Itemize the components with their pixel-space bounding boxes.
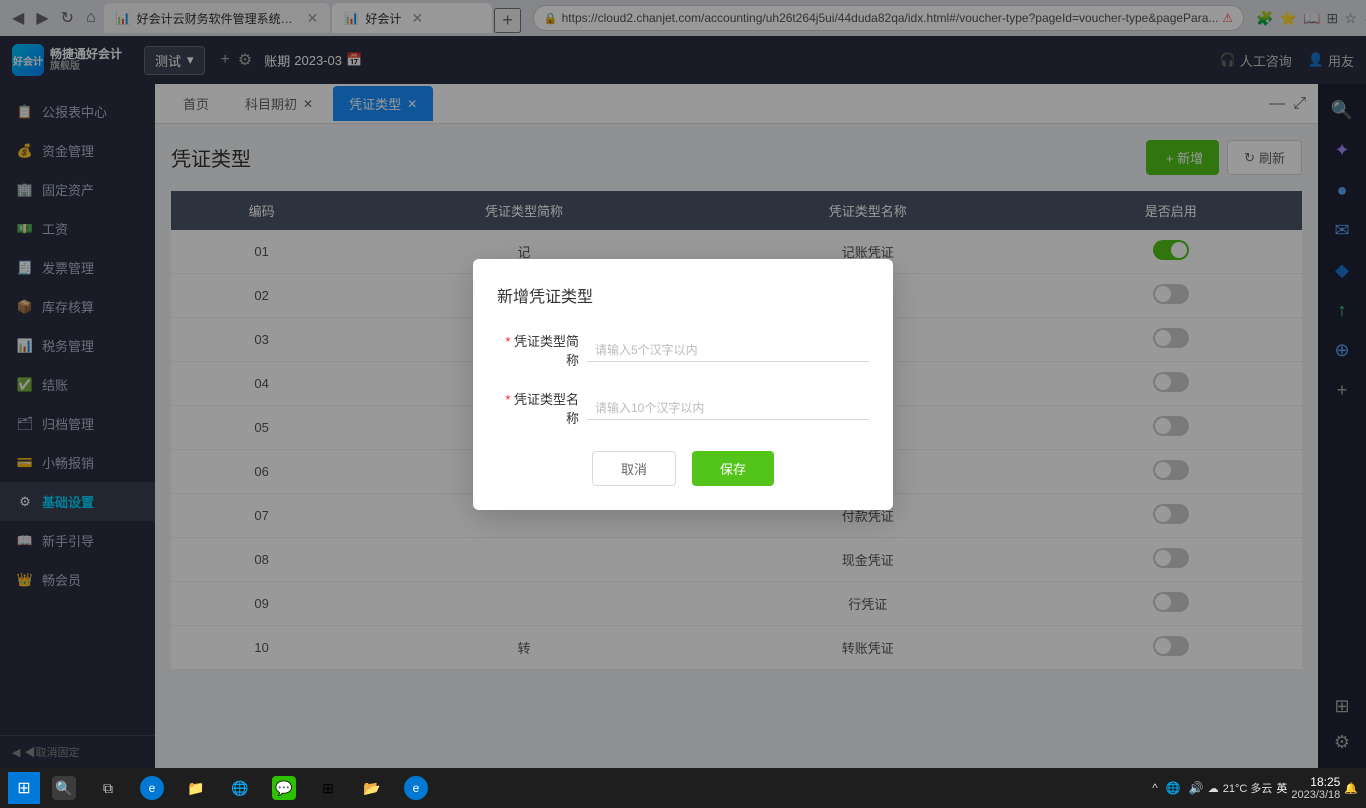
abbr-form-item: 凭证类型简称 bbox=[497, 331, 869, 369]
multitask-icon: ⧉ bbox=[96, 776, 120, 800]
name-label: 凭证类型名称 bbox=[497, 389, 587, 427]
edge2-icon: e bbox=[404, 776, 428, 800]
cancel-button[interactable]: 取消 bbox=[592, 451, 676, 486]
taskbar-explorer[interactable]: 📁 bbox=[176, 772, 216, 804]
weather-icon: ☁ bbox=[1208, 782, 1219, 795]
explorer-icon: 📁 bbox=[184, 776, 208, 800]
search-taskbar-icon: 🔍 bbox=[52, 776, 76, 800]
taskbar-right: ^ 🌐 🔊 ☁ 21°C 多云 英 18:25 2023/3/18 🔔 bbox=[1152, 775, 1358, 801]
taskbar-edge[interactable]: e bbox=[132, 772, 172, 804]
apps-icon: ⊞ bbox=[316, 776, 340, 800]
taskbar-edge2[interactable]: e bbox=[396, 772, 436, 804]
modal-title: 新增凭证类型 bbox=[497, 283, 869, 307]
chevron-icon: ^ bbox=[1152, 781, 1158, 795]
abbr-input[interactable] bbox=[587, 338, 869, 362]
windows-icon: ⊞ bbox=[17, 778, 30, 798]
chrome-icon: 🌐 bbox=[228, 776, 252, 800]
abbr-label: 凭证类型简称 bbox=[497, 331, 587, 369]
edge-icon: e bbox=[140, 776, 164, 800]
taskbar-clock: 18:25 2023/3/18 bbox=[1291, 775, 1340, 801]
weather-text: 21°C 多云 bbox=[1223, 780, 1273, 796]
name-form-item: 凭证类型名称 bbox=[497, 389, 869, 427]
weather-info: ☁ 21°C 多云 bbox=[1208, 780, 1273, 796]
save-button[interactable]: 保存 bbox=[692, 451, 774, 486]
wechat-icon: 💬 bbox=[272, 776, 296, 800]
taskbar-search[interactable]: 🔍 bbox=[44, 772, 84, 804]
network-icon: 🌐 bbox=[1166, 781, 1181, 795]
notification-button[interactable]: 🔔 bbox=[1344, 782, 1358, 795]
modal-footer: 取消 保存 bbox=[497, 451, 869, 486]
taskbar-chrome[interactable]: 🌐 bbox=[220, 772, 260, 804]
time-display: 18:25 bbox=[1310, 775, 1340, 789]
add-voucher-modal: 新增凭证类型 凭证类型简称 凭证类型名称 取消 保存 bbox=[473, 259, 893, 510]
taskbar-files[interactable]: 📂 bbox=[352, 772, 392, 804]
taskbar-wechat[interactable]: 💬 bbox=[264, 772, 304, 804]
files-icon: 📂 bbox=[360, 776, 384, 800]
taskbar-apps[interactable]: ⊞ bbox=[308, 772, 348, 804]
start-button[interactable]: ⊞ bbox=[8, 772, 40, 804]
taskbar-multitask[interactable]: ⧉ bbox=[88, 772, 128, 804]
name-input[interactable] bbox=[587, 396, 869, 420]
modal-overlay: 新增凭证类型 凭证类型简称 凭证类型名称 取消 保存 bbox=[0, 0, 1366, 768]
taskbar: ⊞ 🔍 ⧉ e 📁 🌐 💬 ⊞ 📂 e ^ 🌐 🔊 ☁ 21°C 多云 英 bbox=[0, 768, 1366, 808]
system-icons: ^ 🌐 🔊 bbox=[1152, 781, 1204, 795]
lang-indicator: 英 bbox=[1276, 780, 1287, 796]
date-display: 2023/3/18 bbox=[1291, 789, 1340, 801]
volume-icon: 🔊 bbox=[1189, 781, 1204, 795]
